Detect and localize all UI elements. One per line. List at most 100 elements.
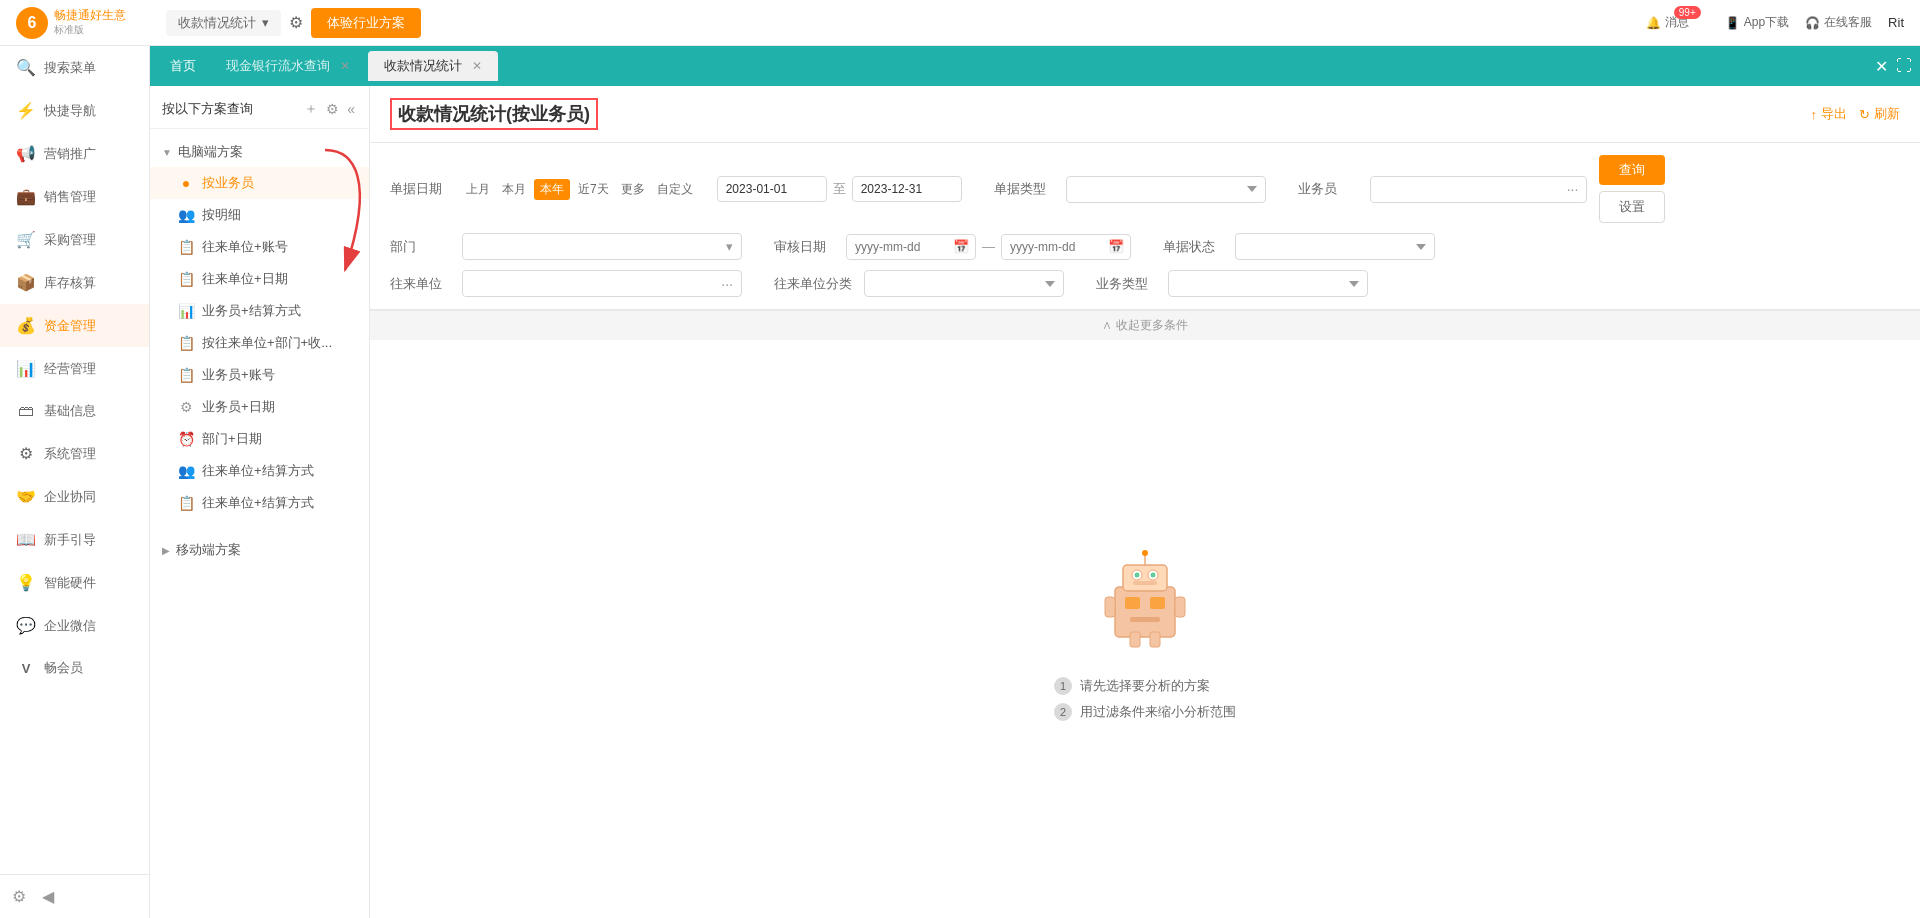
svg-rect-7 <box>1150 632 1160 647</box>
biz-type-select[interactable] <box>1168 270 1368 297</box>
counterpart-category-select[interactable] <box>864 270 1064 297</box>
svg-rect-0 <box>1115 587 1175 637</box>
scheme-label-unit-dept: 按往来单位+部门+收... <box>202 334 332 352</box>
scheme-item-unit-date[interactable]: 📋 往来单位+日期 <box>150 263 369 295</box>
page-title: 收款情况统计(按业务员) <box>390 98 598 130</box>
scheme-label-salesman-date: 业务员+日期 <box>202 398 275 416</box>
btn-last-month[interactable]: 上月 <box>462 179 494 200</box>
export-button[interactable]: ↑ 导出 <box>1811 105 1848 123</box>
salesman-settle-icon: 📊 <box>178 303 194 319</box>
query-button[interactable]: 查询 <box>1599 155 1665 185</box>
sidebar-item-basic-info[interactable]: 🗃 基础信息 <box>0 390 149 432</box>
audit-calendar-from-icon[interactable]: 📅 <box>947 239 975 254</box>
scheme-item-by-detail[interactable]: 👥 按明细 <box>150 199 369 231</box>
svg-point-15 <box>1142 550 1148 556</box>
sidebar-item-guide[interactable]: 📖 新手引导 <box>0 518 149 561</box>
sidebar-label-inventory: 库存核算 <box>44 274 96 292</box>
scheme-item-unit-dept-collect[interactable]: 📋 按往来单位+部门+收... <box>150 327 369 359</box>
breadcrumb-arrow: ▾ <box>262 15 269 30</box>
salesman-input[interactable] <box>1371 177 1559 202</box>
filter-area: 单据日期 上月 本月 本年 近7天 更多 自定义 至 <box>370 143 1920 310</box>
sidebar-collapse-button[interactable]: ◀‍ <box>38 883 58 910</box>
tab-collection-close[interactable]: ✕ <box>472 59 482 73</box>
salesman-date-icon: ⚙ <box>178 399 194 415</box>
main-layout: 🔍 搜索菜单 ⚡ 快捷导航 📢 营销推广 💼 销售管理 🛒 采购管理 📦 库存核… <box>0 46 1920 918</box>
app-badge: 标准版 <box>54 23 126 37</box>
sidebar-item-search[interactable]: 🔍 搜索菜单 <box>0 46 149 89</box>
btn-last-7-days[interactable]: 近7天 <box>574 179 613 200</box>
scheme-label-salesman-account: 业务员+账号 <box>202 366 275 384</box>
settings-btn[interactable]: 设置 <box>1599 191 1665 223</box>
counterpart-input[interactable] <box>463 271 713 296</box>
add-scheme-button[interactable]: ＋ <box>302 98 320 120</box>
step-2-text: 用过滤条件来缩小分析范围 <box>1080 703 1236 721</box>
empty-illustration <box>1085 537 1205 657</box>
scheme-item-salesman-account[interactable]: 📋 业务员+账号 <box>150 359 369 391</box>
sidebar-item-finance[interactable]: 💰 资金管理 <box>0 304 149 347</box>
svg-rect-4 <box>1105 597 1115 617</box>
sidebar-item-hardware[interactable]: 💡 智能硬件 <box>0 561 149 604</box>
btn-custom-date[interactable]: 自定义 <box>653 179 697 200</box>
member-icon: V <box>16 661 36 676</box>
collapse-bar[interactable]: ∧ 收起更多条件 <box>370 310 1920 340</box>
sidebar-item-quick-nav[interactable]: ⚡ 快捷导航 <box>0 89 149 132</box>
btn-this-year[interactable]: 本年 <box>534 179 570 200</box>
date-to-input[interactable] <box>852 176 962 202</box>
app-download-area[interactable]: 📱 App下载 <box>1725 14 1789 31</box>
sidebar-item-purchase[interactable]: 🛒 采购管理 <box>0 218 149 261</box>
counterpart-more-button[interactable]: ··· <box>713 276 741 292</box>
scheme-settings-button[interactable]: ⚙ <box>324 99 341 119</box>
sidebar-item-sales[interactable]: 💼 销售管理 <box>0 175 149 218</box>
user-area[interactable]: Rit <box>1888 15 1904 30</box>
date-from-input[interactable] <box>717 176 827 202</box>
scheme-item-salesman-settle[interactable]: 📊 业务员+结算方式 <box>150 295 369 327</box>
tab-collection[interactable]: 收款情况统计 ✕ <box>368 51 498 81</box>
tab-cashflow-close[interactable]: ✕ <box>340 59 350 73</box>
tab-home-label: 首页 <box>170 58 196 73</box>
search-icon: 🔍 <box>16 58 36 77</box>
tab-close-window-button[interactable]: ✕ <box>1875 57 1888 76</box>
btn-this-month[interactable]: 本月 <box>498 179 530 200</box>
tab-home[interactable]: 首页 <box>158 51 208 81</box>
btn-more-date[interactable]: 更多 <box>617 179 649 200</box>
scheme-item-dept-date[interactable]: ⏰ 部门+日期 <box>150 423 369 455</box>
audit-calendar-to-icon[interactable]: 📅 <box>1102 239 1130 254</box>
voucher-status-select[interactable] <box>1235 233 1435 260</box>
export-icon: ↑ <box>1811 107 1818 122</box>
mobile-arrow-icon: ▶ <box>162 545 170 556</box>
voucher-type-select[interactable] <box>1066 176 1266 203</box>
notification-area[interactable]: 🔔 消息 99+ <box>1646 14 1689 31</box>
sidebar-item-wechat[interactable]: 💬 企业微信 <box>0 604 149 647</box>
tab-cashflow[interactable]: 现金银行流水查询 ✕ <box>210 51 366 81</box>
sidebar-item-member[interactable]: V 畅会员 <box>0 647 149 689</box>
scheme-item-unit-settle1[interactable]: 👥 往来单位+结算方式 <box>150 455 369 487</box>
sidebar-item-collab[interactable]: 🤝 企业协同 <box>0 475 149 518</box>
pc-arrow-icon: ▼ <box>162 147 172 158</box>
collapse-panel-button[interactable]: « <box>345 99 357 119</box>
scheme-item-unit-account[interactable]: 📋 往来单位+账号 <box>150 231 369 263</box>
refresh-button[interactable]: ↻ 刷新 <box>1859 105 1900 123</box>
mobile-section-label: 移动端方案 <box>176 541 241 559</box>
tab-maximize-button[interactable]: ⛶ <box>1896 57 1912 76</box>
scheme-item-unit-settle2[interactable]: 📋 往来单位+结算方式 <box>150 487 369 519</box>
trial-button[interactable]: 体验行业方案 <box>311 8 421 38</box>
audit-to-input[interactable] <box>1002 235 1102 259</box>
audit-from-input[interactable] <box>847 235 947 259</box>
sidebar-item-inventory[interactable]: 📦 库存核算 <box>0 261 149 304</box>
sidebar-item-system[interactable]: ⚙ 系统管理 <box>0 432 149 475</box>
dept-input[interactable] <box>463 234 718 259</box>
finance-icon: 💰 <box>16 316 36 335</box>
scheme-item-salesman-date[interactable]: ⚙ 业务员+日期 <box>150 391 369 423</box>
sidebar-item-operation[interactable]: 📊 经营管理 <box>0 347 149 390</box>
settings-button[interactable]: ⚙ <box>289 13 303 32</box>
sidebar-label-member: 畅会员 <box>44 659 83 677</box>
pc-schemes-title[interactable]: ▼ 电脑端方案 <box>150 137 369 167</box>
salesman-more-button[interactable]: ··· <box>1559 181 1587 197</box>
online-service-area[interactable]: 🎧 在线客服 <box>1805 14 1872 31</box>
sidebar-label-search: 搜索菜单 <box>44 59 96 77</box>
sidebar-settings-button[interactable]: ⚙ <box>8 883 30 910</box>
scheme-item-by-salesman[interactable]: ● 按业务员 <box>150 167 369 199</box>
operation-icon: 📊 <box>16 359 36 378</box>
sidebar-item-marketing[interactable]: 📢 营销推广 <box>0 132 149 175</box>
mobile-schemes-title[interactable]: ▶ 移动端方案 <box>150 535 369 565</box>
